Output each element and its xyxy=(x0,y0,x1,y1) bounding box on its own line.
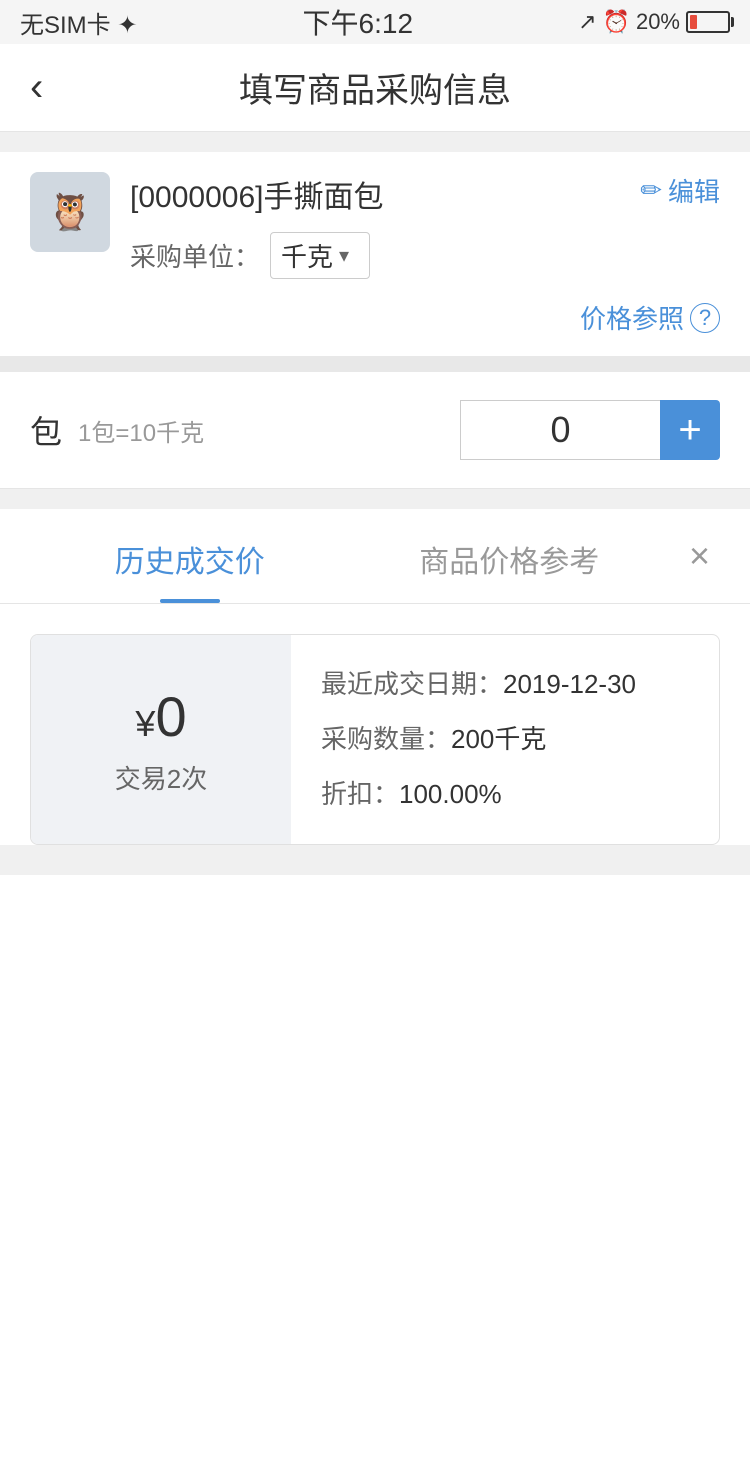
unit-select[interactable]: 千克 ▾ xyxy=(270,232,370,279)
battery-icon xyxy=(686,11,730,33)
trade-card-left: ¥0 交易2次 xyxy=(31,635,291,844)
quantity-plus-button[interactable]: + xyxy=(660,400,720,460)
trade-discount-row: 折扣：100.00% xyxy=(321,775,689,814)
discount-value: 100.00% xyxy=(399,779,502,809)
product-card: 🦉 [0000006]手撕面包 采购单位： 千克 ▾ ✏ 编辑 价格参照 ? xyxy=(0,152,750,356)
battery-pct: 20% xyxy=(636,9,680,35)
quantity-row: 包 1包=10千克 0 + xyxy=(0,372,750,489)
page-background xyxy=(0,875,750,1475)
quantity-left: 包 1包=10千克 xyxy=(30,407,204,453)
price-ref-link[interactable]: 价格参照 xyxy=(580,299,684,336)
unit-arrow: ▾ xyxy=(339,243,349,268)
discount-label: 折扣： xyxy=(321,779,399,809)
tab-history-price[interactable]: 历史成交价 xyxy=(30,509,349,603)
alarm-icon: ⏰ xyxy=(603,9,630,35)
qty-value: 200千克 xyxy=(451,724,546,754)
edit-button[interactable]: ✏ 编辑 xyxy=(640,172,720,209)
currency-symbol: ¥ xyxy=(135,703,155,744)
product-thumb-icon: 🦉 xyxy=(48,191,93,233)
unit-label: 采购单位： xyxy=(130,237,260,274)
qty-unit: 包 xyxy=(30,407,62,453)
edit-icon: ✏ xyxy=(640,175,662,206)
qty-label: 采购数量： xyxy=(321,724,451,754)
status-time: 下午6:12 xyxy=(303,2,414,42)
back-button[interactable]: ‹ xyxy=(30,55,53,120)
price-value: 0 xyxy=(155,685,186,748)
unit-value: 千克 xyxy=(281,237,333,274)
tabs-row: 历史成交价 商品价格参考 × xyxy=(0,509,750,604)
section-divider xyxy=(0,356,750,372)
unit-row: 采购单位： 千克 ▾ xyxy=(130,232,640,279)
trade-card-right: 最近成交日期：2019-12-30 采购数量：200千克 折扣：100.00% xyxy=(291,635,719,844)
date-label: 最近成交日期： xyxy=(321,669,503,699)
qty-sub-unit: 1包=10千克 xyxy=(78,413,204,448)
trade-qty-row: 采购数量：200千克 xyxy=(321,720,689,759)
battery-fill xyxy=(690,15,697,29)
status-right-group: ↗ ⏰ 20% xyxy=(578,9,730,35)
price-ref-row: 价格参照 ? xyxy=(30,299,720,336)
price-ref-help[interactable]: ? xyxy=(690,303,720,333)
tab-close-button[interactable]: × xyxy=(679,525,720,587)
trade-card: ¥0 交易2次 最近成交日期：2019-12-30 采购数量：200千克 折扣：… xyxy=(30,634,720,845)
trade-count: 交易2次 xyxy=(115,759,207,796)
location-icon: ↗ xyxy=(578,9,596,35)
carrier-text: 无SIM卡 ✦ xyxy=(20,5,137,40)
trade-price: ¥0 xyxy=(135,684,186,749)
nav-bar: ‹ 填写商品采购信息 xyxy=(0,44,750,132)
product-info: [0000006]手撕面包 采购单位： 千克 ▾ xyxy=(130,172,640,279)
page-title: 填写商品采购信息 xyxy=(239,63,511,112)
product-thumbnail: 🦉 xyxy=(30,172,110,252)
product-header: 🦉 [0000006]手撕面包 采购单位： 千克 ▾ ✏ 编辑 xyxy=(30,172,720,279)
product-left: 🦉 [0000006]手撕面包 采购单位： 千克 ▾ xyxy=(30,172,640,279)
edit-label: 编辑 xyxy=(668,172,720,209)
quantity-input[interactable]: 0 xyxy=(460,400,660,460)
date-value: 2019-12-30 xyxy=(503,669,636,699)
tab-price-reference[interactable]: 商品价格参考 xyxy=(349,509,668,603)
product-name: [0000006]手撕面包 xyxy=(130,172,640,216)
status-carrier: 无SIM卡 ✦ xyxy=(20,5,137,40)
status-bar: 无SIM卡 ✦ 下午6:12 ↗ ⏰ 20% xyxy=(0,0,750,44)
trade-date-row: 最近成交日期：2019-12-30 xyxy=(321,665,689,704)
panel-container: 历史成交价 商品价格参考 × ¥0 交易2次 最近成交日期：2019-12-30… xyxy=(0,509,750,845)
quantity-input-area: 0 + xyxy=(460,400,720,460)
